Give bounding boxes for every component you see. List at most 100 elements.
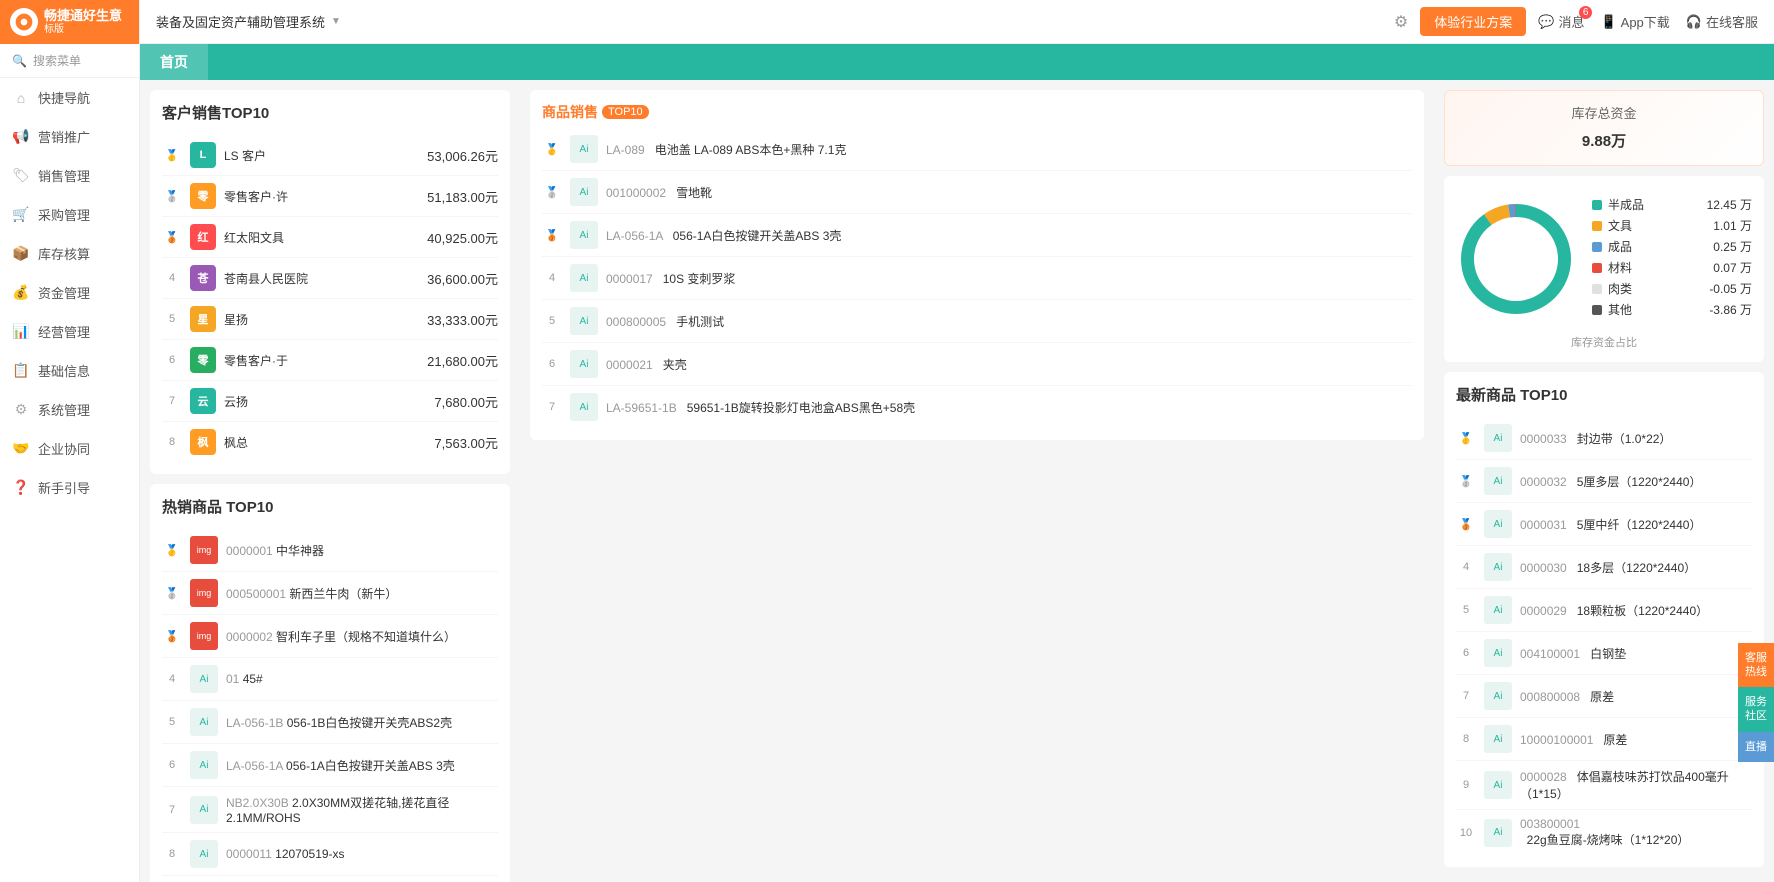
customer-service-button[interactable]: 客服热线 <box>1738 643 1774 688</box>
product-img: Ai <box>570 264 598 292</box>
product-img: Ai <box>190 708 218 736</box>
rank-badge: 🥉 <box>162 626 182 646</box>
sidebar-item-cooperation[interactable]: 🤝 企业协同 <box>0 429 139 468</box>
customer-name: 枫总 <box>224 434 426 451</box>
list-item: 8 Ai 10000100001 原差 <box>1456 718 1752 761</box>
list-item: 🥈 img 000500001 新西兰牛肉（新牛） <box>162 572 498 615</box>
customer-amount: 40,925.00元 <box>427 228 498 247</box>
product-img: Ai <box>190 796 218 824</box>
product-img: Ai <box>570 135 598 163</box>
product-info: 004100001 白钢垫 <box>1520 645 1752 662</box>
hot-products-card: 热销商品 TOP10 🥇 img 0000001 中华神器 🥈 img 0005… <box>150 484 510 882</box>
purchase-icon: 🛒 <box>12 206 30 223</box>
tab-home[interactable]: 首页 <box>140 44 208 80</box>
list-item: 7 Ai NB2.0X30B 2.0X30MM双搓花轴,搓花直径2.1MM/RO… <box>162 787 498 833</box>
product-img: Ai <box>570 350 598 378</box>
legend-item-6: 其他 -3.86 万 <box>1592 301 1752 318</box>
sidebar-item-inventory[interactable]: 📦 库存核算 <box>0 234 139 273</box>
float-buttons: 客服热线 服务社区 直播 <box>1738 643 1774 762</box>
list-item: 🥈 Ai 001000002 雪地靴 <box>542 171 1412 214</box>
rank-badge: 10 <box>1456 823 1476 843</box>
product-info: 0000033 封边带（1.0*22） <box>1520 430 1752 447</box>
sidebar-item-purchase[interactable]: 🛒 采购管理 <box>0 195 139 234</box>
list-item: 8 Ai 0000011 12070519-xs <box>162 833 498 876</box>
sidebar-search[interactable]: 🔍 搜索菜单 <box>0 44 139 78</box>
rank-badge: 7 <box>542 397 562 417</box>
list-item: 10 Ai 003800001 22g鱼豆腐-烧烤味（1*12*20） <box>1456 810 1752 855</box>
sales-icon: 🏷 <box>12 167 30 184</box>
left-panel: 客户销售TOP10 🥇 L LS 客户 53,006.26元 🥈 零 零售客户·… <box>140 80 520 882</box>
app-download-item[interactable]: 📱 App下载 <box>1600 12 1669 31</box>
sidebar-item-quick-nav[interactable]: ⌂ 快捷导航 <box>0 78 139 117</box>
sidebar-item-guide[interactable]: ❓ 新手引导 <box>0 468 139 507</box>
legend-item-1: 半成品 12.45 万 <box>1592 196 1752 213</box>
rank-badge-2: 🥈 <box>162 186 182 206</box>
inventory-chart-card: 半成品 12.45 万 文具 1.01 万 成品 0.25 万 <box>1444 176 1764 362</box>
message-item[interactable]: 💬 消息 6 <box>1538 12 1584 31</box>
try-plan-button[interactable]: 体验行业方案 <box>1420 7 1526 36</box>
product-info: 01 45# <box>226 672 498 686</box>
product-img: img <box>190 579 218 607</box>
legend-item-5: 肉类 -0.05 万 <box>1592 280 1752 297</box>
headset-icon: 🎧 <box>1686 14 1702 30</box>
product-sales-card: 商品销售 TOP10 🥇 Ai LA-089 电池盖 LA-089 ABS本色+… <box>530 90 1424 440</box>
product-img: Ai <box>1484 424 1512 452</box>
rank-badge: 6 <box>1456 643 1476 663</box>
product-info: LA-089 电池盖 LA-089 ABS本色+黑种 7.1克 <box>606 141 1412 158</box>
sidebar-item-system[interactable]: ⚙ 系统管理 <box>0 390 139 429</box>
sidebar: 畅捷通好生意 标版 🔍 搜索菜单 ⌂ 快捷导航 📢 营销推广 🏷 销售管理 🛒 … <box>0 0 140 882</box>
list-item: 6 Ai 0000021 夹壳 <box>542 343 1412 386</box>
sidebar-item-marketing[interactable]: 📢 营销推广 <box>0 117 139 156</box>
live-button[interactable]: 直播 <box>1738 732 1774 762</box>
product-img: Ai <box>1484 596 1512 624</box>
cooperation-icon: 🤝 <box>12 440 30 457</box>
product-img: Ai <box>570 178 598 206</box>
customer-name: 红太阳文具 <box>224 229 419 246</box>
sidebar-item-sales[interactable]: 🏷 销售管理 <box>0 156 139 195</box>
rank-badge-7: 7 <box>162 391 182 411</box>
customer-amount: 51,183.00元 <box>427 187 498 206</box>
customer-name: 云扬 <box>224 393 426 410</box>
customer-name: LS 客户 <box>224 147 419 164</box>
list-item: 9 Ai KK-SD22110H 花语萌恒温分腿睡袋（厚款） <box>162 876 498 882</box>
product-info: LA-59651-1B 59651-1B旋转投影灯电池盒ABS黑色+58壳 <box>606 399 1412 416</box>
legend-item-3: 成品 0.25 万 <box>1592 238 1752 255</box>
dropdown-arrow-icon[interactable]: ▼ <box>331 16 341 27</box>
list-item: 8 枫 枫总 7,563.00元 <box>162 422 498 462</box>
product-img: Ai <box>570 307 598 335</box>
product-info: LA-056-1A 056-1A白色按键开关盖ABS 3壳 <box>606 227 1412 244</box>
service-community-button[interactable]: 服务社区 <box>1738 687 1774 732</box>
avatar: 星 <box>190 306 216 332</box>
inventory-total-label: 库存总资金 <box>1461 103 1747 122</box>
list-item: 🥈 零 零售客户·许 51,183.00元 <box>162 176 498 217</box>
list-item: 🥉 Ai LA-056-1A 056-1A白色按键开关盖ABS 3壳 <box>542 214 1412 257</box>
sidebar-item-basic-info[interactable]: 📋 基础信息 <box>0 351 139 390</box>
product-info: 0000028 体倡嘉枝味苏打饮品400毫升（1*15） <box>1520 768 1752 802</box>
settings-icon[interactable]: ⚙ <box>1394 12 1408 32</box>
sidebar-item-operations[interactable]: 📊 经营管理 <box>0 312 139 351</box>
rank-badge: 4 <box>542 268 562 288</box>
rank-badge-3: 🥉 <box>162 227 182 247</box>
legend-dot <box>1592 305 1602 315</box>
rank-badge-5: 5 <box>162 309 182 329</box>
right-panel: 库存总资金 9.88万 <box>1434 80 1774 882</box>
list-item: 7 云 云扬 7,680.00元 <box>162 381 498 422</box>
product-img: Ai <box>1484 553 1512 581</box>
product-img: Ai <box>190 840 218 868</box>
chart-area: 半成品 12.45 万 文具 1.01 万 成品 0.25 万 <box>1456 188 1752 330</box>
list-item: 6 零 零售客户·于 21,680.00元 <box>162 340 498 381</box>
rank-badge: 🥈 <box>542 182 562 202</box>
list-item: 🥉 img 0000002 智利车子里（规格不知道填什么） <box>162 615 498 658</box>
rank-badge: 4 <box>1456 557 1476 577</box>
inventory-total-value: 9.88万 <box>1461 122 1747 153</box>
list-item: 🥉 红 红太阳文具 40,925.00元 <box>162 217 498 258</box>
system-icon: ⚙ <box>12 401 30 418</box>
list-item: 5 星 星扬 33,333.00元 <box>162 299 498 340</box>
sidebar-item-finance[interactable]: 💰 资金管理 <box>0 273 139 312</box>
avatar: 红 <box>190 224 216 250</box>
rank-badge: 8 <box>1456 729 1476 749</box>
product-img: Ai <box>1484 467 1512 495</box>
operations-icon: 📊 <box>12 323 30 340</box>
online-service-item[interactable]: 🎧 在线客服 <box>1686 12 1758 31</box>
avatar: 苍 <box>190 265 216 291</box>
